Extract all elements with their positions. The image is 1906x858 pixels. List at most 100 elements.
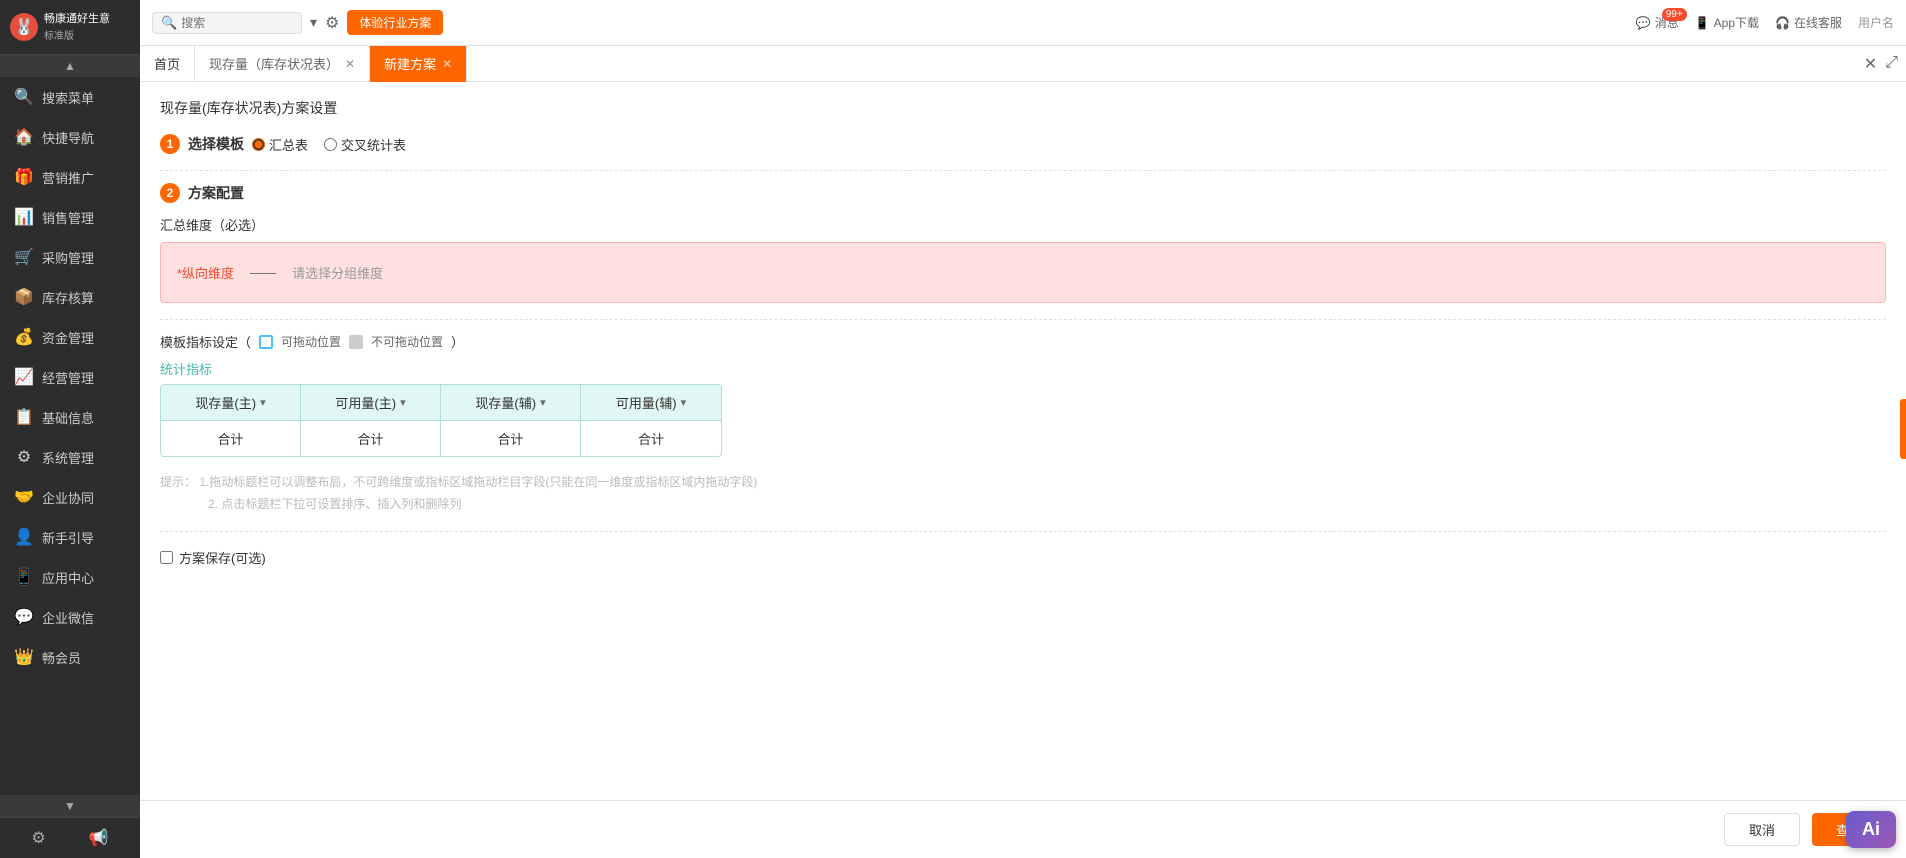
tab-home[interactable]: 首页 xyxy=(140,46,195,82)
indicator-label-prefix: 模板指标设定（ xyxy=(160,332,251,351)
search-input[interactable] xyxy=(181,16,291,30)
stats-table-header: 现存量(主) ▾ 可用量(主) ▾ xyxy=(161,385,721,421)
dropdown-chevron-icon[interactable]: ▾ xyxy=(310,14,317,31)
radio-cross-label: 交叉统计表 xyxy=(341,135,406,154)
sidebar-item-basic[interactable]: 📋 基础信息 xyxy=(0,397,140,437)
tab-inventory[interactable]: 现存量（库存状况表） ✕ xyxy=(195,46,370,82)
section2-header: 2 方案配置 xyxy=(160,183,1886,203)
tips-section: 提示： 1.拖动标题栏可以调整布局，不可跨维度或指标区域拖动栏目字段(只能在同一… xyxy=(160,472,1886,515)
sidebar-item-label: 资金管理 xyxy=(42,328,94,347)
tab-new-scheme-label: 新建方案 xyxy=(384,54,436,73)
save-checkbox[interactable] xyxy=(160,551,173,564)
sidebar-item-search[interactable]: 🔍 搜索菜单 xyxy=(0,77,140,117)
sidebar-item-inventory[interactable]: 📦 库存核算 xyxy=(0,277,140,317)
sidebar-scroll-down[interactable]: ▼ xyxy=(0,795,140,817)
section1-title: 选择模板 xyxy=(188,134,244,154)
tab-new-scheme[interactable]: 新建方案 ✕ xyxy=(370,46,467,82)
vertical-dim-area[interactable]: *纵向维度 —— 请选择分组维度 xyxy=(160,242,1886,303)
sidebar-item-label: 营销推广 xyxy=(42,168,94,187)
cancel-button[interactable]: 取消 xyxy=(1724,813,1800,846)
sidebar-item-sales[interactable]: 📊 销售管理 xyxy=(0,197,140,237)
stats-section: 统计指标 现存量(主) ▾ 可用量(主) xyxy=(160,359,1886,460)
summary-dim-label: 汇总维度（必选） xyxy=(160,215,1886,234)
divider1 xyxy=(160,170,1886,171)
sidebar-nav: 🔍 搜索菜单 🏠 快捷导航 🎁 营销推广 📊 销售管理 🛒 采购管理 📦 库存核… xyxy=(0,77,140,795)
chevron-down-icon-2: ▾ xyxy=(540,396,546,409)
topbar-gear-icon[interactable]: ⚙ xyxy=(325,13,339,33)
user-name-btn[interactable]: 用户名 xyxy=(1858,14,1894,31)
radio-summary-input[interactable] xyxy=(252,138,265,151)
save-label[interactable]: 方案保存(可选) xyxy=(179,548,266,567)
online-service-btn[interactable]: 🎧 在线客服 xyxy=(1775,14,1842,31)
template-radio-group: 汇总表 交叉统计表 xyxy=(252,135,406,154)
stats-header-cell-3[interactable]: 可用量(辅) ▾ xyxy=(581,385,721,421)
sidebar-scroll-up[interactable]: ▲ xyxy=(0,55,140,77)
stats-body-cell-0: 合计 xyxy=(161,421,300,456)
section1-header: 1 选择模板 汇总表 交叉统计表 xyxy=(160,134,1886,154)
tab-inventory-close-icon[interactable]: ✕ xyxy=(345,57,355,71)
indicator-settings: 模板指标设定（ 可拖动位置 不可拖动位置 ） xyxy=(160,332,1886,351)
draggable-label: 可拖动位置 xyxy=(281,333,341,350)
sidebar-item-member[interactable]: 👑 畅会员 xyxy=(0,637,140,677)
stats-body-col-3: 合计 xyxy=(581,421,721,456)
sidebar-item-finance[interactable]: 💰 资金管理 xyxy=(0,317,140,357)
sidebar-item-shortcut[interactable]: 🏠 快捷导航 xyxy=(0,117,140,157)
search-icon: 🔍 xyxy=(161,15,177,31)
stats-body-col-1: 合计 xyxy=(301,421,441,456)
non-draggable-label: 不可拖动位置 xyxy=(371,333,443,350)
radio-cross[interactable]: 交叉统计表 xyxy=(324,135,406,154)
sidebar-item-purchase[interactable]: 🛒 采购管理 xyxy=(0,237,140,277)
tab-new-scheme-close-icon[interactable]: ✕ xyxy=(442,57,452,71)
tab-close-all-icon[interactable]: ✕ xyxy=(1864,54,1877,74)
sidebar-footer: ⚙ 📢 xyxy=(0,817,140,858)
section2-num: 2 xyxy=(160,183,180,203)
money-icon: 💰 xyxy=(14,327,34,347)
box-icon: 📦 xyxy=(14,287,34,307)
sidebar-item-label: 畅会员 xyxy=(42,648,81,667)
radio-summary-label: 汇总表 xyxy=(269,135,308,154)
stats-body-cell-2: 合计 xyxy=(441,421,580,456)
footer-settings-btn[interactable]: ⚙ xyxy=(31,828,45,848)
user-icon: 👤 xyxy=(14,527,34,547)
topbar-search-box[interactable]: 🔍 xyxy=(152,12,302,34)
sidebar-item-label: 应用中心 xyxy=(42,568,94,587)
app-download-btn[interactable]: 📱 App下载 xyxy=(1695,14,1759,31)
tip-text-1: 1.拖动标题栏可以调整布局，不可跨维度或指标区域拖动栏目字段(只能在同一维度或指… xyxy=(199,475,757,489)
sidebar-item-newbie[interactable]: 👤 新手引导 xyxy=(0,517,140,557)
footer-speaker-btn[interactable]: 📢 xyxy=(89,828,109,848)
stats-col-2-label: 现存量(辅) xyxy=(475,393,536,412)
messages-badge: 99+ xyxy=(1662,8,1687,21)
sidebar-item-apps[interactable]: 📱 应用中心 xyxy=(0,557,140,597)
stats-header-cell-2[interactable]: 现存量(辅) ▾ xyxy=(441,385,580,421)
radio-summary[interactable]: 汇总表 xyxy=(252,135,308,154)
stats-col-3: 可用量(辅) ▾ xyxy=(581,385,721,421)
stats-header-cell-1[interactable]: 可用量(主) ▾ xyxy=(301,385,440,421)
tip-2: 2. 点击标题栏下拉可设置排序、插入列和删除列 xyxy=(160,494,1886,516)
right-handle[interactable] xyxy=(1900,399,1906,459)
tip-1: 提示： 1.拖动标题栏可以调整布局，不可跨维度或指标区域拖动栏目字段(只能在同一… xyxy=(160,472,1886,494)
trial-button[interactable]: 体验行业方案 xyxy=(347,10,443,35)
messages-btn[interactable]: 💬 消息 99+ xyxy=(1636,14,1679,31)
sidebar-item-system[interactable]: ⚙ 系统管理 xyxy=(0,437,140,477)
chevron-down-icon-0: ▾ xyxy=(260,396,266,409)
stats-body-col-2: 合计 xyxy=(441,421,581,456)
radio-cross-input[interactable] xyxy=(324,138,337,151)
sidebar-logo: 🐰 畅康通好生意 标准版 xyxy=(0,0,140,55)
sidebar-item-label: 销售管理 xyxy=(42,208,94,227)
bottom-bar: 取消 查询 xyxy=(140,800,1906,858)
sidebar-item-corp[interactable]: 🤝 企业协同 xyxy=(0,477,140,517)
tab-expand-icon[interactable]: ⤢ xyxy=(1885,54,1898,74)
sidebar-item-label: 经营管理 xyxy=(42,368,94,387)
search-icon: 🔍 xyxy=(14,87,34,107)
sidebar-item-marketing[interactable]: 🎁 营销推广 xyxy=(0,157,140,197)
gift-icon: 🎁 xyxy=(14,167,34,187)
phone-icon: 📱 xyxy=(14,567,34,587)
ai-badge[interactable]: Ai xyxy=(1846,811,1896,848)
cart-icon: 🛒 xyxy=(14,247,34,267)
tab-home-label: 首页 xyxy=(154,54,180,73)
sidebar-item-operations[interactable]: 📈 经营管理 xyxy=(0,357,140,397)
vertical-dim-dash: —— xyxy=(250,265,276,280)
sidebar-item-wechat[interactable]: 💬 企业微信 xyxy=(0,597,140,637)
stats-header-cell-0[interactable]: 现存量(主) ▾ xyxy=(161,385,300,421)
headset-icon: 🎧 xyxy=(1775,16,1790,30)
